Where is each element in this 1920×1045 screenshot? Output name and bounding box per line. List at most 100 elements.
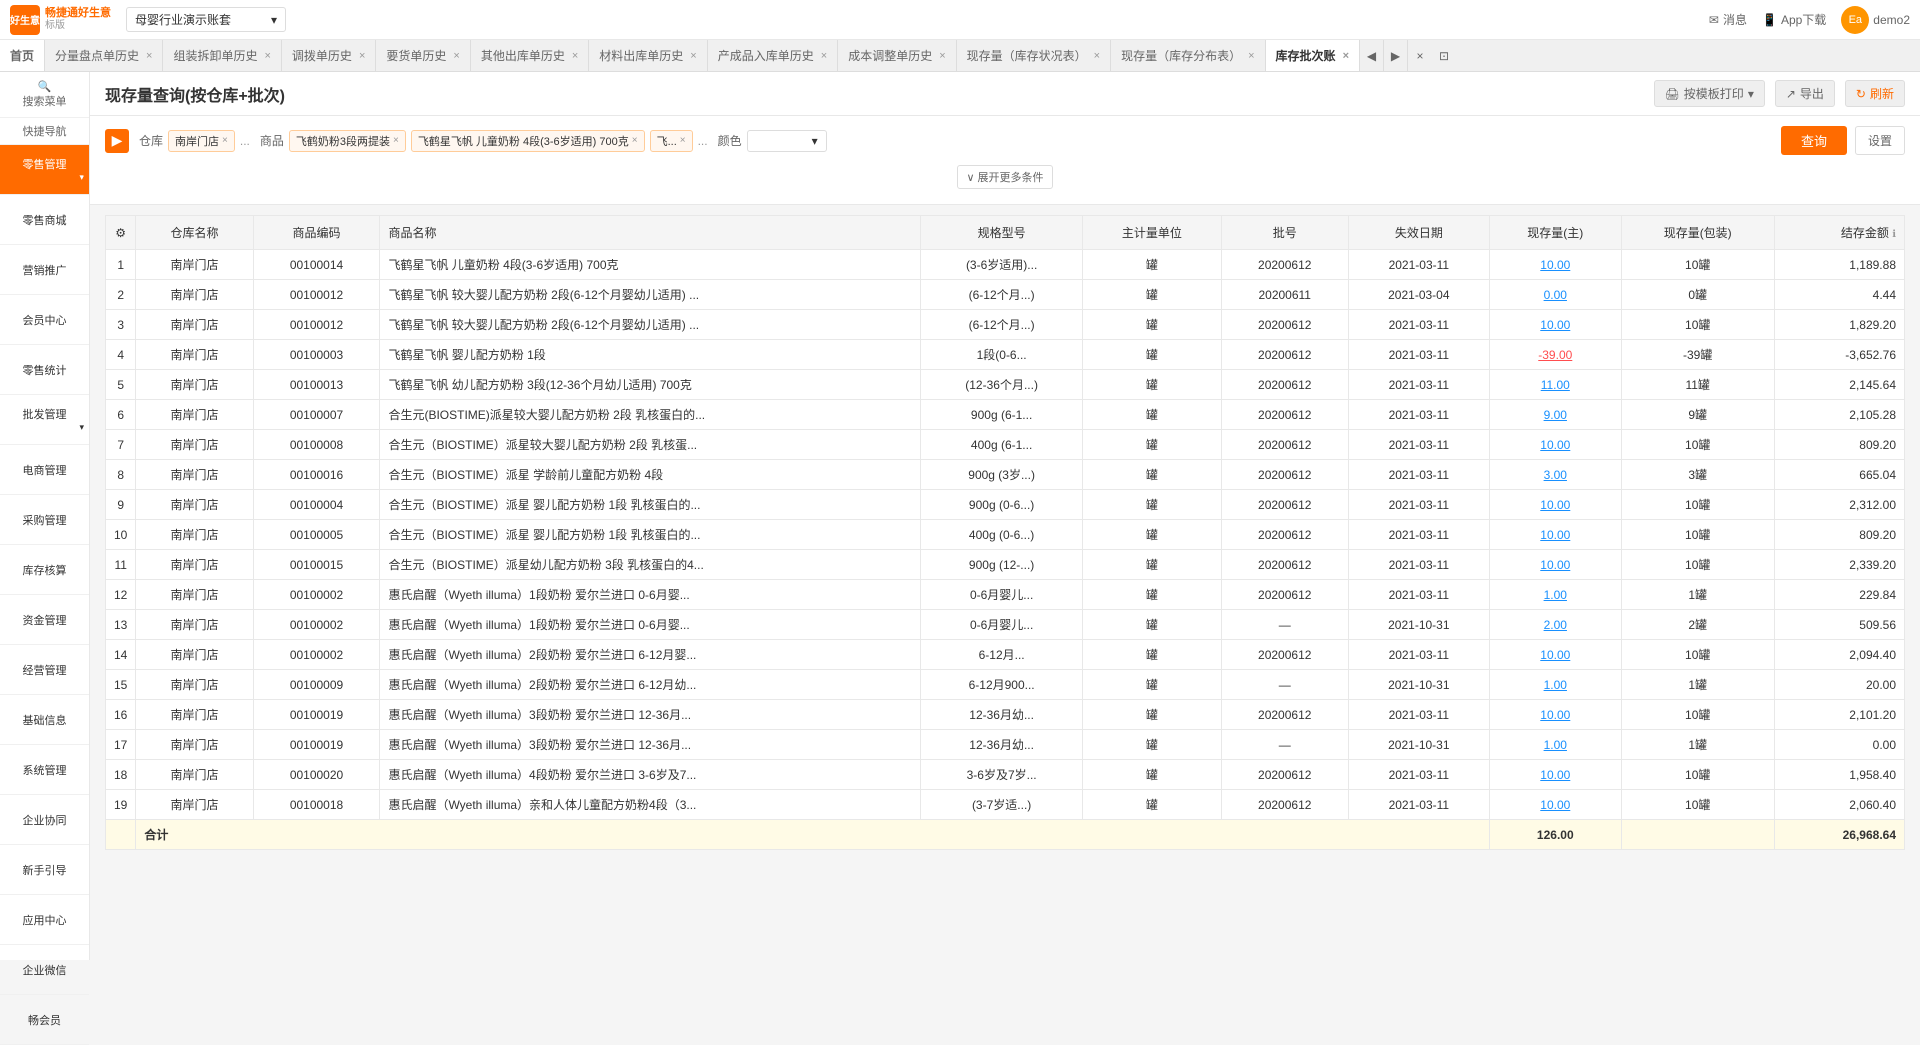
tab-kucunpici[interactable]: 库存批次账 × — [1266, 40, 1360, 72]
sidebar-item-member-program[interactable]: 畅会员 — [0, 995, 89, 1045]
filter-row: ▶ 仓库 南岸门店 × ... 商品 飞鹤奶粉3段两提 — [105, 126, 1905, 155]
row-unit: 罐 — [1082, 460, 1221, 490]
tab-menu-button[interactable]: ⊡ — [1432, 40, 1456, 72]
row-stock-main[interactable]: 10.00 — [1489, 520, 1621, 550]
row-expire: 2021-03-11 — [1348, 520, 1489, 550]
tab-qitachuku[interactable]: 其他出库单历史 × — [471, 40, 589, 72]
messages-button[interactable]: ✉ 消息 — [1709, 11, 1747, 28]
row-stock-main[interactable]: 2.00 — [1489, 610, 1621, 640]
user-profile[interactable]: Ea demo2 — [1841, 6, 1910, 34]
tab-close-icon[interactable]: × — [821, 50, 827, 62]
row-stock-main[interactable]: -39.00 — [1489, 340, 1621, 370]
sidebar-item-basicinfo[interactable]: 基础信息 — [0, 695, 89, 745]
sidebar-item-purchase[interactable]: 采购管理 — [0, 495, 89, 545]
app-download-button[interactable]: 📱 App下载 — [1762, 11, 1826, 28]
row-stock-main[interactable]: 3.00 — [1489, 460, 1621, 490]
tab-kucunfenbu[interactable]: 现存量（库存分布表） × — [1111, 40, 1265, 72]
row-expire: 2021-03-11 — [1348, 400, 1489, 430]
tab-fenliangpandian[interactable]: 分量盘点单历史 × — [45, 40, 163, 72]
row-expire: 2021-03-11 — [1348, 460, 1489, 490]
row-stock-main[interactable]: 10.00 — [1489, 430, 1621, 460]
sidebar-item-operations[interactable]: 经营管理 — [0, 645, 89, 695]
refresh-button[interactable]: ↻ 刷新 — [1845, 80, 1905, 107]
filter-expand-button[interactable]: ▶ — [105, 129, 129, 153]
sidebar-item-inventory[interactable]: 库存核算 — [0, 545, 89, 595]
row-unit: 罐 — [1082, 430, 1221, 460]
export-button[interactable]: ↗ 导出 — [1775, 80, 1835, 107]
tab-close-icon[interactable]: × — [359, 50, 365, 62]
row-stock-pkg: 10罐 — [1621, 490, 1774, 520]
sidebar-quick-nav[interactable]: 快捷导航 — [0, 118, 89, 145]
tab-kucunzhuangtai[interactable]: 现存量（库存状况表） × — [957, 40, 1111, 72]
product-more[interactable]: ... — [698, 134, 708, 148]
row-stock-main[interactable]: 1.00 — [1489, 730, 1621, 760]
tab-cailiaochuku[interactable]: 材料出库单历史 × — [589, 40, 707, 72]
sidebar-item-guide[interactable]: 新手引导 — [0, 845, 89, 895]
table-container[interactable]: ⚙ 仓库名称 商品编码 商品名称 规格型号 主计量单位 批号 失效日期 现存量(… — [90, 205, 1920, 960]
row-stock-main[interactable]: 1.00 — [1489, 670, 1621, 700]
tab-home[interactable]: 首页 — [0, 40, 45, 72]
row-stock-main[interactable]: 10.00 — [1489, 760, 1621, 790]
sidebar-item-marketing[interactable]: 营销推广 — [0, 245, 89, 295]
row-name: 惠氏启醒（Wyeth illuma）1段奶粉 爱尔兰进口 0-6月婴... — [380, 610, 921, 640]
tab-zuzhuangchaizhu[interactable]: 组装拆卸单历史 × — [163, 40, 281, 72]
sidebar-item-system[interactable]: 系统管理 — [0, 745, 89, 795]
sidebar-item-wholesale[interactable]: 批发管理 ▾ — [0, 395, 89, 445]
tab-chenben[interactable]: 成本调整单历史 × — [838, 40, 956, 72]
tab-close-icon[interactable]: × — [453, 50, 459, 62]
tab-next-button[interactable]: ▶ — [1384, 40, 1408, 72]
tab-close-icon[interactable]: × — [939, 50, 945, 62]
sidebar-item-members[interactable]: 会员中心 — [0, 295, 89, 345]
col-settings[interactable]: ⚙ — [106, 216, 136, 250]
sidebar-search[interactable]: 🔍 搜索菜单 — [0, 72, 89, 118]
query-button[interactable]: 查询 — [1781, 126, 1847, 155]
sidebar-item-finance[interactable]: 资金管理 — [0, 595, 89, 645]
template-print-button[interactable]: 🖨 按模板打印 ▾ — [1654, 80, 1765, 107]
sidebar-item-weixin[interactable]: 企业微信 — [0, 945, 89, 995]
row-stock-main[interactable]: 10.00 — [1489, 310, 1621, 340]
tab-close-icon[interactable]: × — [264, 50, 270, 62]
sidebar-item-retail-stats[interactable]: 零售统计 — [0, 345, 89, 395]
tab-close-icon[interactable]: × — [690, 50, 696, 62]
sidebar-item-mall[interactable]: 零售商城 — [0, 195, 89, 245]
row-stock-main[interactable]: 11.00 — [1489, 370, 1621, 400]
row-stock-main[interactable]: 10.00 — [1489, 790, 1621, 820]
tab-yaohuo[interactable]: 要货单历史 × — [376, 40, 470, 72]
row-expire: 2021-03-11 — [1348, 430, 1489, 460]
row-stock-main[interactable]: 0.00 — [1489, 280, 1621, 310]
expand-more-button[interactable]: ∨ 展开更多条件 — [957, 165, 1052, 189]
row-stock-main[interactable]: 10.00 — [1489, 490, 1621, 520]
tag-remove-icon[interactable]: × — [632, 135, 638, 146]
tab-close-all-button[interactable]: × — [1408, 40, 1432, 72]
info-icon[interactable]: ℹ — [1892, 229, 1896, 240]
settings-button[interactable]: 设置 — [1855, 126, 1905, 155]
tab-close-icon[interactable]: × — [146, 50, 152, 62]
sidebar-item-retail[interactable]: 零售管理 ▾ — [0, 145, 89, 195]
sidebar-item-ecommerce[interactable]: 电商管理 — [0, 445, 89, 495]
row-stock-main[interactable]: 9.00 — [1489, 400, 1621, 430]
row-name: 合生元（BIOSTIME）派星较大婴儿配方奶粉 2段 乳核蛋... — [380, 430, 921, 460]
tag-remove-icon[interactable]: × — [680, 135, 686, 146]
row-code: 00100013 — [253, 370, 380, 400]
tab-close-icon[interactable]: × — [1248, 50, 1254, 62]
total-stock-main: 126.00 — [1489, 820, 1621, 850]
sidebar-item-enterprise[interactable]: 企业协同 — [0, 795, 89, 845]
tab-diaobo[interactable]: 调拨单历史 × — [282, 40, 376, 72]
row-stock-main[interactable]: 1.00 — [1489, 580, 1621, 610]
tab-chengpinruku[interactable]: 产成品入库单历史 × — [708, 40, 838, 72]
warehouse-more[interactable]: ... — [240, 134, 250, 148]
tag-remove-icon[interactable]: × — [393, 135, 399, 146]
row-stock-main[interactable]: 10.00 — [1489, 550, 1621, 580]
tab-close-icon[interactable]: × — [1094, 50, 1100, 62]
tab-close-icon[interactable]: × — [572, 50, 578, 62]
row-stock-main[interactable]: 10.00 — [1489, 700, 1621, 730]
sidebar-item-apps[interactable]: 应用中心 — [0, 895, 89, 945]
tag-remove-icon[interactable]: × — [222, 135, 228, 146]
row-name: 合生元（BIOSTIME）派星 婴儿配方奶粉 1段 乳核蛋白的... — [380, 490, 921, 520]
row-stock-main[interactable]: 10.00 — [1489, 640, 1621, 670]
tab-close-icon[interactable]: × — [1343, 50, 1349, 62]
row-stock-main[interactable]: 10.00 — [1489, 250, 1621, 280]
industry-select[interactable]: 母婴行业演示账套 ▾ — [126, 7, 286, 32]
color-dropdown[interactable]: ▾ — [747, 130, 827, 152]
tab-prev-button[interactable]: ◀ — [1360, 40, 1384, 72]
